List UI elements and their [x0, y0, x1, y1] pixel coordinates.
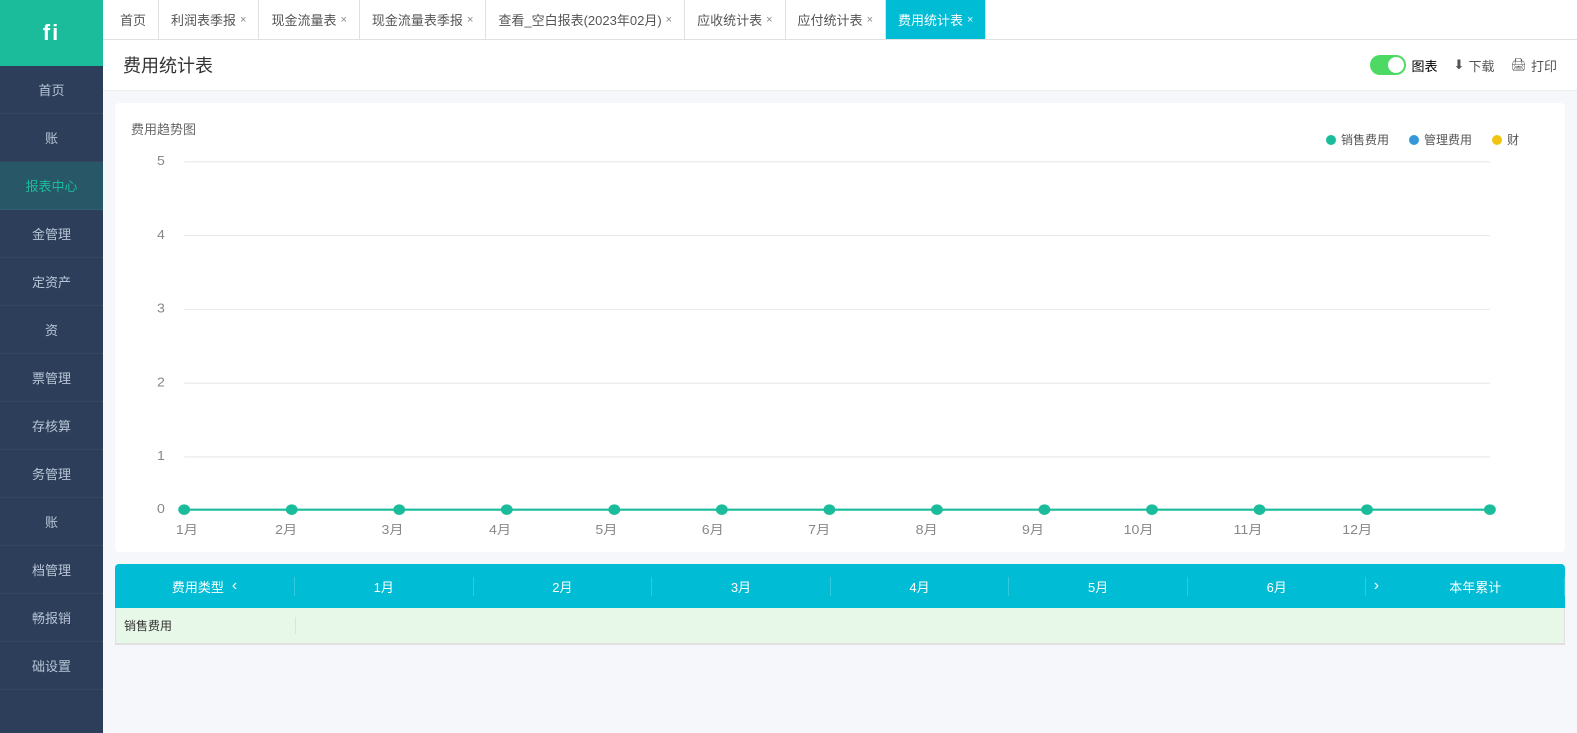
tab-profit[interactable]: 利润表季报 × — [159, 0, 259, 40]
table-header-month-4: 4月 — [831, 577, 1010, 596]
sidebar-item-fixed-assets[interactable]: 定资产 — [0, 258, 103, 306]
svg-text:3月: 3月 — [382, 523, 404, 536]
sidebar-item-archive[interactable]: 档管理 — [0, 546, 103, 594]
svg-text:3: 3 — [157, 301, 165, 315]
main-area: 首页 利润表季报 × 现金流量表 × 现金流量表季报 × 查看_空白报表(202… — [103, 0, 1577, 733]
table-cell-sales-label: 销售费用 — [116, 617, 296, 634]
page-title: 费用统计表 — [123, 52, 213, 78]
svg-text:8月: 8月 — [916, 523, 938, 536]
legend-dot-sales — [1326, 135, 1336, 145]
table-header-total: 本年累计 — [1386, 577, 1565, 596]
svg-text:10月: 10月 — [1124, 523, 1154, 536]
svg-text:9月: 9月 — [1022, 523, 1044, 536]
svg-text:1月: 1月 — [176, 523, 198, 536]
content-area: 费用统计表 图表 ⬇ 下载 🖨 打印 费用趋势图 — [103, 40, 1577, 733]
tab-cashflow[interactable]: 现金流量表 × — [259, 0, 359, 40]
print-button[interactable]: 🖨 打印 — [1510, 56, 1557, 75]
tab-receivable[interactable]: 应收统计表 × — [685, 0, 785, 40]
sidebar-item-home[interactable]: 首页 — [0, 66, 103, 114]
svg-text:2月: 2月 — [275, 523, 297, 536]
sidebar-item-smooth[interactable]: 畅报销 — [0, 594, 103, 642]
tab-close-cashflow-q[interactable]: × — [467, 14, 473, 26]
tab-close-payable-stat[interactable]: × — [867, 14, 873, 26]
download-icon: ⬇ — [1454, 57, 1465, 73]
sidebar-item-account[interactable]: 账 — [0, 114, 103, 162]
svg-text:12月: 12月 — [1342, 523, 1372, 536]
chart-toggle-group: 图表 — [1370, 55, 1438, 75]
sidebar: fi 首页 账 报表中心 金管理 定资产 资 票管理 存核算 务管理 账 档管理… — [0, 0, 103, 733]
tab-cashflow-q[interactable]: 现金流量表季报 × — [360, 0, 486, 40]
table-header-month-1: 1月 — [295, 577, 474, 596]
svg-text:1: 1 — [157, 449, 165, 463]
sidebar-item-capital[interactable]: 资 — [0, 306, 103, 354]
legend-dot-finance — [1492, 135, 1502, 145]
svg-text:0: 0 — [157, 502, 165, 516]
svg-text:5月: 5月 — [595, 523, 617, 536]
chart-container: 5 4 3 2 1 0 — [131, 146, 1549, 536]
tab-blank-report[interactable]: 查看_空白报表(2023年02月) × — [486, 0, 685, 40]
table-header-month-3: 3月 — [652, 577, 831, 596]
tab-close-blank-report[interactable]: × — [666, 14, 672, 26]
sidebar-item-service[interactable]: 务管理 — [0, 450, 103, 498]
table-header-month-2: 2月 — [474, 577, 653, 596]
svg-text:4: 4 — [157, 227, 165, 241]
chart-section: 费用趋势图 销售费用 管理费用 财 — [115, 103, 1565, 552]
sidebar-item-settings[interactable]: 础设置 — [0, 642, 103, 690]
table-header-month-6: 6月 — [1188, 577, 1367, 596]
tab-close-receivable[interactable]: × — [766, 14, 772, 26]
chart-svg: 5 4 3 2 1 0 — [131, 146, 1549, 536]
table-header-month-5: 5月 — [1009, 577, 1188, 596]
legend-dot-admin — [1409, 135, 1419, 145]
table-row-sales: 销售费用 — [116, 608, 1564, 644]
sidebar-item-payable[interactable]: 账 — [0, 498, 103, 546]
table-section: 费用类型 ‹ 1月 2月 3月 4月 5月 6月 › 本年累计 销售费用 — [115, 564, 1565, 645]
svg-text:11月: 11月 — [1233, 523, 1262, 536]
tab-bar: 首页 利润表季报 × 现金流量表 × 现金流量表季报 × 查看_空白报表(202… — [103, 0, 1577, 40]
header-actions: 图表 ⬇ 下载 🖨 打印 — [1370, 55, 1557, 75]
chart-toggle[interactable] — [1370, 55, 1406, 75]
print-icon: 🖨 — [1510, 57, 1527, 73]
tab-close-expense[interactable]: × — [967, 14, 973, 26]
tab-home[interactable]: 首页 — [108, 0, 159, 40]
sidebar-item-fund[interactable]: 金管理 — [0, 210, 103, 258]
table-header-category: 费用类型 ‹ — [115, 577, 295, 596]
svg-text:2: 2 — [157, 375, 165, 389]
nav-left-icon[interactable]: ‹ — [232, 577, 237, 595]
sidebar-item-report-center[interactable]: 报表中心 — [0, 162, 103, 210]
svg-text:5: 5 — [157, 154, 165, 168]
page-header: 费用统计表 图表 ⬇ 下载 🖨 打印 — [103, 40, 1577, 91]
svg-text:7月: 7月 — [808, 523, 830, 536]
download-button[interactable]: ⬇ 下载 — [1454, 56, 1495, 75]
tab-close-profit[interactable]: × — [240, 14, 246, 26]
tab-close-cashflow[interactable]: × — [340, 14, 346, 26]
table-body: 销售费用 — [115, 608, 1565, 645]
svg-text:4月: 4月 — [489, 523, 511, 536]
table-header-row: 费用类型 ‹ 1月 2月 3月 4月 5月 6月 › 本年累计 — [115, 564, 1565, 608]
tab-expense[interactable]: 费用统计表 × — [886, 0, 986, 40]
svg-text:6月: 6月 — [702, 523, 724, 536]
app-logo: fi — [0, 0, 103, 66]
sidebar-item-inventory[interactable]: 存核算 — [0, 402, 103, 450]
tab-payable-stat[interactable]: 应付统计表 × — [786, 0, 886, 40]
chart-toggle-label: 图表 — [1412, 56, 1438, 75]
nav-right-button[interactable]: › — [1366, 577, 1386, 595]
sidebar-item-ticket[interactable]: 票管理 — [0, 354, 103, 402]
